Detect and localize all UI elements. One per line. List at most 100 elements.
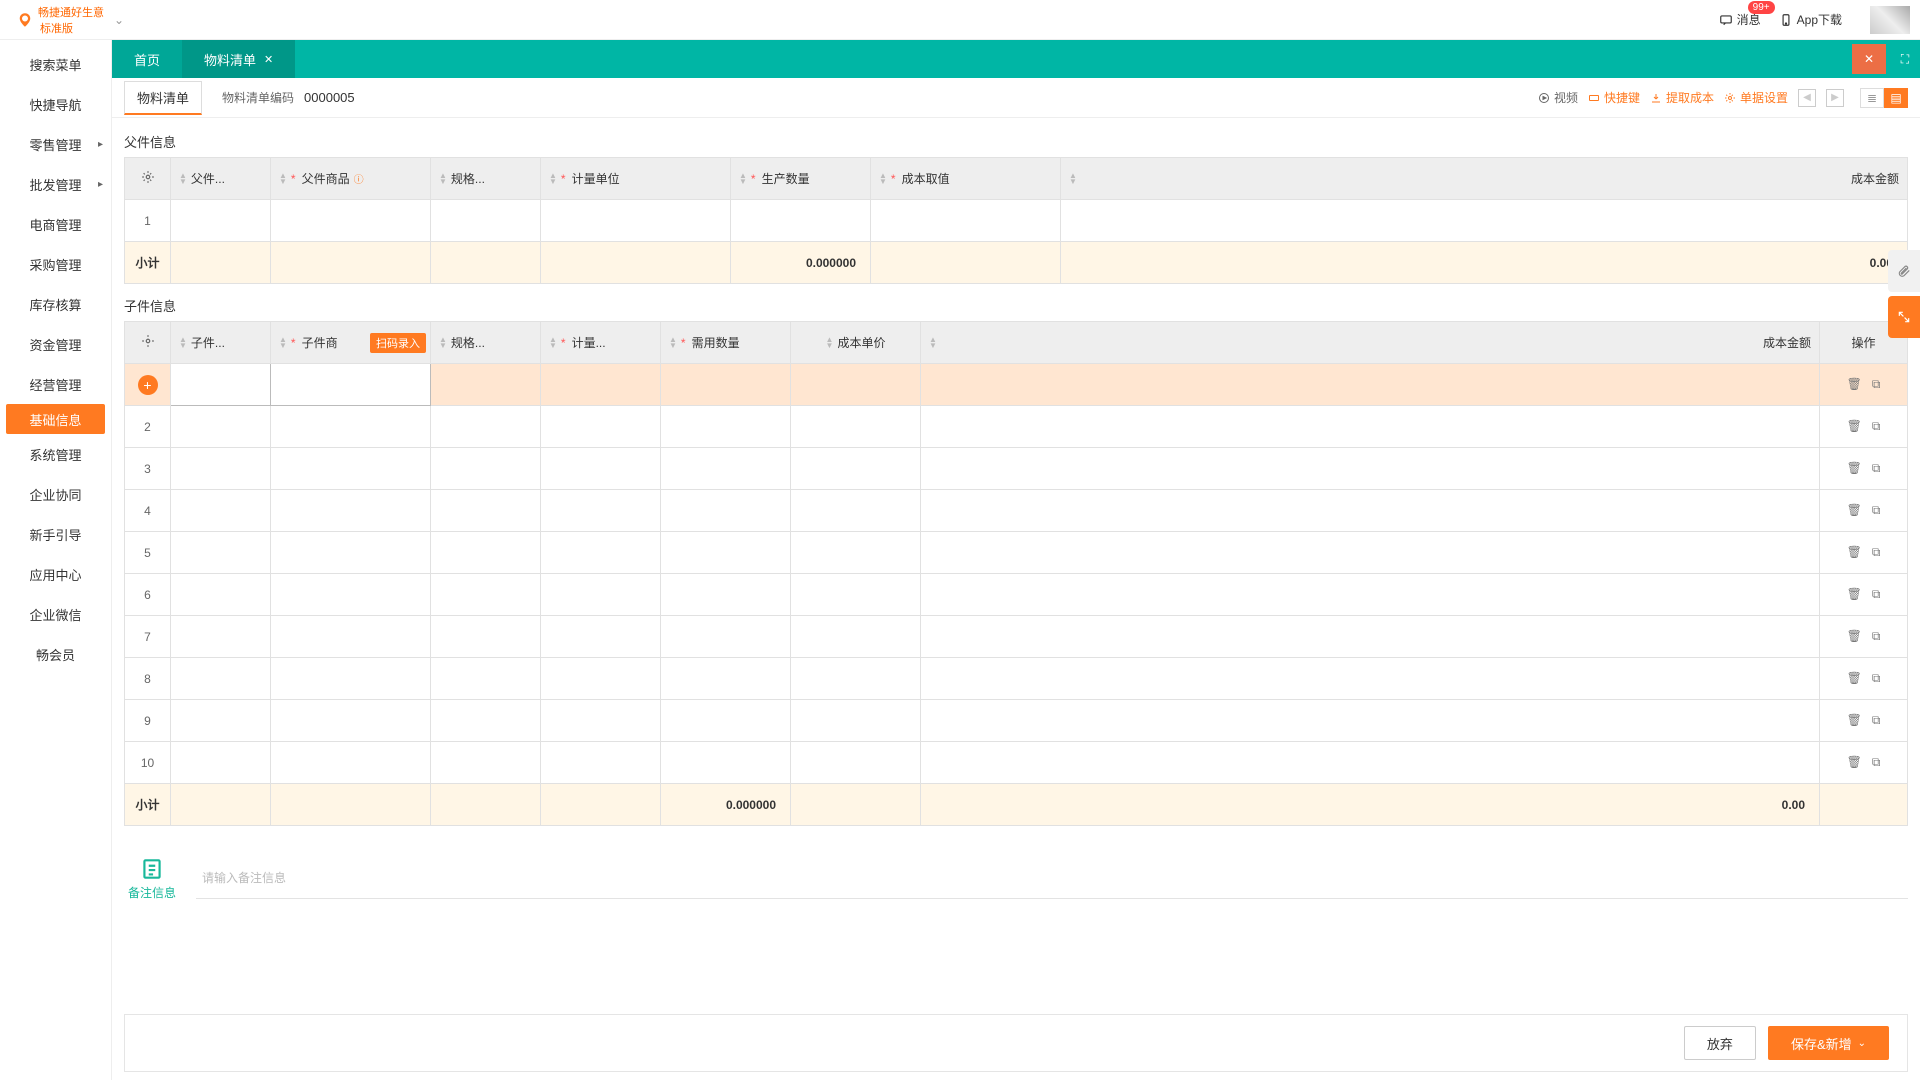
child-row[interactable]: 8🗑⧉ (125, 658, 1908, 700)
row-delete-button[interactable]: 🗑 (1847, 755, 1862, 770)
pager-next[interactable]: ▶ (1826, 89, 1844, 107)
pager-prev[interactable]: ◀ (1798, 89, 1816, 107)
save-and-new-button[interactable]: 保存&新增⌄ (1768, 1026, 1889, 1060)
tabs-expand-button[interactable]: ⛶ (1890, 44, 1920, 74)
child-row[interactable]: 9🗑⧉ (125, 700, 1908, 742)
row-copy-button[interactable]: ⧉ (1872, 419, 1881, 434)
toolbar-video[interactable]: 视频 (1538, 89, 1578, 106)
brand-edition: 标准版 (40, 20, 104, 36)
sidebar-item-quick-nav[interactable]: 快捷导航 (0, 84, 111, 124)
tab-home[interactable]: 首页 (112, 40, 182, 78)
toolbar-extract-cost[interactable]: 提取成本 (1650, 89, 1714, 106)
row-copy-button[interactable]: ⧉ (1872, 503, 1881, 518)
float-expand-button[interactable] (1888, 296, 1920, 338)
row-delete-button[interactable]: 🗑 (1847, 629, 1862, 644)
sidebar-item-ecommerce[interactable]: 电商管理 (0, 204, 111, 244)
col-parent-qty[interactable]: ▲▼*生产数量 (731, 158, 871, 200)
sidebar-item-system[interactable]: 系统管理 (0, 434, 111, 474)
sidebar-item-member[interactable]: 畅会员 (0, 634, 111, 674)
col-parent-cost-amount[interactable]: ▲▼成本金额 (1061, 158, 1908, 200)
row-copy-button[interactable]: ⧉ (1872, 713, 1881, 728)
child-row[interactable]: 5🗑⧉ (125, 532, 1908, 574)
parent-section-title: 父件信息 (124, 126, 1908, 157)
user-avatar[interactable] (1870, 6, 1910, 34)
toolbar: 物料清单 物料清单编码 0000005 视频 快捷键 提取成本 单据设置 ◀ ▶ (112, 78, 1920, 118)
child-row[interactable]: 10🗑⧉ (125, 742, 1908, 784)
child-row[interactable]: 4 🗑 ⧉ (125, 490, 1908, 532)
messages-button[interactable]: 消息 99+ (1719, 11, 1761, 28)
column-settings[interactable] (125, 158, 171, 200)
sidebar-item-search-menu[interactable]: 搜索菜单 (0, 44, 111, 84)
col-child-amount[interactable]: ▲▼成本金额 (921, 322, 1820, 364)
col-child-code[interactable]: ▲▼子件... (171, 322, 271, 364)
row-delete-button[interactable]: 🗑 (1847, 503, 1862, 518)
discard-button[interactable]: 放弃 (1684, 1026, 1756, 1060)
col-parent-product[interactable]: ▲▼*父件商品ⓘ (271, 158, 431, 200)
view-list-button[interactable]: ≣ (1860, 88, 1884, 108)
add-row-button[interactable]: + (138, 375, 158, 395)
sidebar-item-purchase[interactable]: 采购管理 (0, 244, 111, 284)
row-copy-button[interactable]: ⧉ (1872, 755, 1881, 770)
row-copy-button[interactable]: ⧉ (1872, 545, 1881, 560)
col-parent-spec[interactable]: ▲▼规格... (431, 158, 541, 200)
row-copy-button[interactable]: ⧉ (1872, 629, 1881, 644)
sub-tab-bom[interactable]: 物料清单 (124, 81, 202, 115)
toolbar-shortcut[interactable]: 快捷键 (1588, 89, 1640, 106)
sidebar-item-onboarding[interactable]: 新手引导 (0, 514, 111, 554)
sidebar-item-wechat-work[interactable]: 企业微信 (0, 594, 111, 634)
remarks-input[interactable] (196, 859, 1908, 899)
col-child-qty[interactable]: ▲▼*需用数量 (661, 322, 791, 364)
row-delete-button[interactable]: 🗑 (1847, 461, 1862, 476)
col-parent-unit[interactable]: ▲▼*计量单位 (541, 158, 731, 200)
row-delete-button[interactable]: 🗑 (1847, 587, 1862, 602)
paperclip-icon (1897, 264, 1911, 278)
child-row[interactable]: 6🗑⧉ (125, 574, 1908, 616)
col-child-product[interactable]: ▲▼*子件商扫码录入 (271, 322, 431, 364)
column-settings[interactable] (125, 322, 171, 364)
child-row[interactable]: 3🗑⧉ (125, 448, 1908, 490)
app-download-button[interactable]: App下载 (1779, 11, 1842, 28)
row-delete-button[interactable]: 🗑 (1847, 419, 1862, 434)
col-child-spec[interactable]: ▲▼规格... (431, 322, 541, 364)
row-copy-button[interactable]: ⧉ (1872, 671, 1881, 686)
row-delete-button[interactable]: 🗑 (1847, 545, 1862, 560)
sidebar-item-retail[interactable]: 零售管理▸ (0, 124, 111, 164)
sidebar-item-operations[interactable]: 经营管理 (0, 364, 111, 404)
help-icon[interactable]: ⓘ (354, 171, 364, 186)
float-attach-button[interactable] (1888, 250, 1920, 292)
parent-row[interactable]: 1 (125, 200, 1908, 242)
child-row[interactable]: 7🗑⧉ (125, 616, 1908, 658)
org-switcher[interactable]: ⌄ (114, 13, 124, 27)
sidebar-item-funds[interactable]: 资金管理 (0, 324, 111, 364)
scan-input-badge[interactable]: 扫码录入 (370, 333, 426, 353)
row-index: 2 (125, 406, 171, 448)
sidebar-item-wholesale[interactable]: 批发管理▸ (0, 164, 111, 204)
parent-subtotal-amount: 0.00 (1061, 242, 1908, 284)
row-ops: 🗑⧉ (1820, 574, 1908, 616)
col-child-price[interactable]: ▲▼成本单价 (791, 322, 921, 364)
row-ops: 🗑⧉ (1820, 616, 1908, 658)
sidebar-item-app-center[interactable]: 应用中心 (0, 554, 111, 594)
col-child-unit[interactable]: ▲▼*计量... (541, 322, 661, 364)
row-delete-button[interactable]: 🗑 (1847, 671, 1862, 686)
child-row[interactable]: 2 🗑 ⧉ (125, 406, 1908, 448)
view-form-button[interactable]: ▤ (1884, 88, 1908, 108)
tabs-close-button[interactable]: ✕ (1852, 44, 1886, 74)
note-icon (139, 856, 165, 882)
row-delete-button[interactable]: 🗑 (1847, 377, 1862, 392)
subtotal-label: 小计 (125, 784, 171, 826)
col-parent-code[interactable]: ▲▼父件... (171, 158, 271, 200)
col-parent-cost-src[interactable]: ▲▼*成本取值 (871, 158, 1061, 200)
tab-bom[interactable]: 物料清单 ✕ (182, 40, 295, 78)
tab-close-icon[interactable]: ✕ (264, 53, 273, 66)
toolbar-doc-setting[interactable]: 单据设置 (1724, 89, 1788, 106)
row-delete-button[interactable]: 🗑 (1847, 713, 1862, 728)
row-copy-button[interactable]: ⧉ (1872, 377, 1881, 392)
sidebar-item-inventory[interactable]: 库存核算 (0, 284, 111, 324)
row-index: 4 (125, 490, 171, 532)
row-copy-button[interactable]: ⧉ (1872, 461, 1881, 476)
sidebar-item-collab[interactable]: 企业协同 (0, 474, 111, 514)
child-row[interactable]: + 🗑 ⧉ (125, 364, 1908, 406)
sidebar-item-base-info[interactable]: 基础信息 (6, 404, 105, 434)
row-copy-button[interactable]: ⧉ (1872, 587, 1881, 602)
